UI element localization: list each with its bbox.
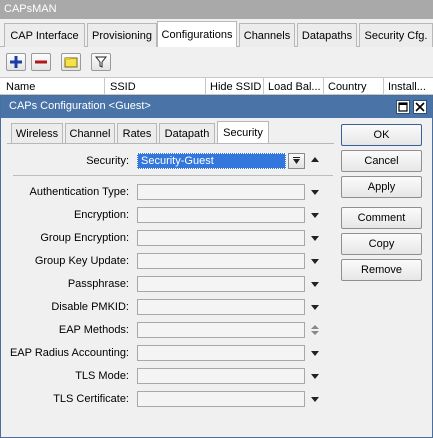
- field-label: Group Key Update:: [34, 255, 129, 267]
- separator: [13, 175, 333, 176]
- eap-radius-accounting-field[interactable]: [137, 345, 305, 361]
- dialog-title: CAPs Configuration <Guest>: [1, 96, 432, 118]
- add-icon: [10, 56, 22, 68]
- field-label: Passphrase:: [67, 278, 129, 290]
- spin-down-icon[interactable]: [311, 331, 319, 335]
- tab-channel[interactable]: Channel: [65, 123, 115, 143]
- passphrase-field[interactable]: [137, 276, 305, 292]
- tab-wireless[interactable]: Wireless: [11, 123, 63, 143]
- dropdown-arrow-icon[interactable]: [311, 374, 319, 379]
- maximize-button[interactable]: [396, 100, 410, 114]
- remove-button[interactable]: [31, 53, 51, 71]
- apply-button[interactable]: Apply: [341, 176, 422, 198]
- field-label: TLS Certificate:: [53, 393, 129, 405]
- dropdown-arrow-icon[interactable]: [311, 305, 319, 310]
- note-icon: [64, 57, 78, 68]
- field-label: Group Encryption:: [40, 232, 129, 244]
- spin-up-icon[interactable]: [311, 325, 319, 329]
- eap-methods-field[interactable]: [137, 322, 305, 338]
- maximize-icon: [398, 102, 408, 112]
- tls-mode-field[interactable]: [137, 368, 305, 384]
- tab-datapath[interactable]: Datapath: [159, 123, 215, 143]
- authentication-type-field[interactable]: [137, 184, 305, 200]
- dropdown-arrow-icon[interactable]: [311, 282, 319, 287]
- field-label: EAP Methods:: [58, 324, 129, 336]
- dropdown-arrow-icon[interactable]: [311, 213, 319, 218]
- field-label: Authentication Type:: [29, 186, 129, 198]
- field-label: Disable PMKID:: [51, 301, 129, 313]
- dropdown-arrow-icon[interactable]: [311, 397, 319, 402]
- column-load-balance[interactable]: Load Bal...: [268, 81, 321, 93]
- tab-rates[interactable]: Rates: [117, 123, 157, 143]
- dropdown-arrow-icon[interactable]: [311, 236, 319, 241]
- field-label: Encryption:: [73, 209, 129, 221]
- collapse-up-icon[interactable]: [311, 157, 319, 162]
- tab-cap-interface[interactable]: CAP Interface: [4, 23, 85, 47]
- tab-provisioning[interactable]: Provisioning: [87, 23, 157, 47]
- group-key-update-field[interactable]: [137, 253, 305, 269]
- dropdown-arrow-icon[interactable]: [311, 259, 319, 264]
- comment-button[interactable]: [61, 53, 81, 71]
- group-encryption-field[interactable]: [137, 230, 305, 246]
- disable-pmkid-field[interactable]: [137, 299, 305, 315]
- chevron-down-icon: [293, 157, 300, 164]
- field-label: TLS Mode:: [75, 370, 129, 382]
- filter-icon: [95, 56, 107, 68]
- column-header: Name SSID Hide SSID Load Bal... Country …: [0, 77, 433, 95]
- close-button[interactable]: [413, 100, 427, 114]
- comment-button[interactable]: Comment: [341, 207, 422, 229]
- column-hide-ssid[interactable]: Hide SSID: [210, 81, 261, 93]
- tab-security[interactable]: Security: [217, 121, 269, 144]
- dropdown-arrow-icon[interactable]: [311, 190, 319, 195]
- outer-tab-strip: CAP Interface Provisioning Configuration…: [0, 19, 433, 48]
- security-select[interactable]: Security-Guest: [137, 153, 286, 169]
- column-install[interactable]: Install...: [388, 81, 426, 93]
- remove-button[interactable]: Remove: [341, 259, 422, 281]
- column-country[interactable]: Country: [328, 81, 367, 93]
- column-name[interactable]: Name: [6, 81, 35, 93]
- security-label: Security:: [86, 155, 129, 167]
- caps-configuration-dialog: CAPs Configuration <Guest> Wireless Chan…: [0, 95, 433, 438]
- tab-security-cfg[interactable]: Security Cfg.: [359, 23, 433, 47]
- copy-button[interactable]: Copy: [341, 233, 422, 255]
- window-title: CAPsMAN: [0, 0, 433, 19]
- cancel-button[interactable]: Cancel: [341, 150, 422, 172]
- tls-certificate-field[interactable]: [137, 391, 305, 407]
- tab-configurations[interactable]: Configurations: [157, 21, 237, 48]
- tab-datapaths[interactable]: Datapaths: [297, 23, 357, 47]
- add-button[interactable]: [6, 53, 26, 71]
- dropdown-arrow-icon[interactable]: [311, 351, 319, 356]
- field-label: EAP Radius Accounting:: [9, 347, 129, 359]
- column-ssid[interactable]: SSID: [110, 81, 136, 93]
- close-icon: [415, 102, 425, 112]
- tab-channels[interactable]: Channels: [239, 23, 295, 47]
- ok-button[interactable]: OK: [341, 124, 422, 146]
- filter-button[interactable]: [91, 53, 111, 71]
- encryption-field[interactable]: [137, 207, 305, 223]
- toolbar: [0, 47, 433, 76]
- security-dropdown-button[interactable]: [288, 153, 305, 169]
- remove-icon: [35, 60, 47, 64]
